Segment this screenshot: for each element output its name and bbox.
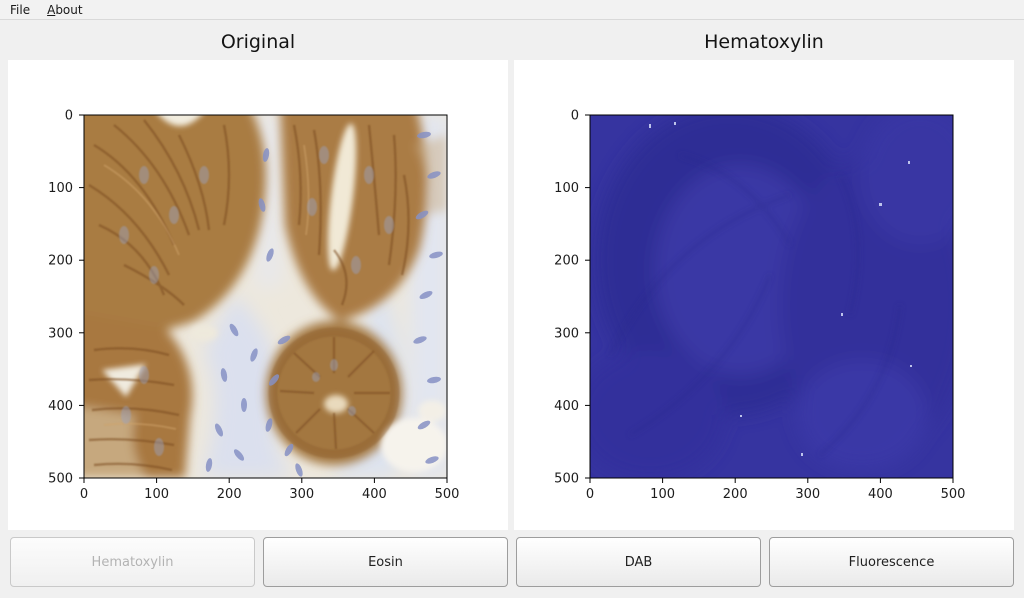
figure-canvas-original: 0 100 200 300 400 500 0 100 200 300 400 … <box>8 60 508 530</box>
svg-text:500: 500 <box>554 472 579 487</box>
svg-text:0: 0 <box>571 109 579 124</box>
menu-file[interactable]: File <box>10 3 30 17</box>
y-axis-tick-labels: 0 100 200 300 400 500 <box>554 109 579 487</box>
svg-text:100: 100 <box>650 487 675 502</box>
svg-text:400: 400 <box>362 487 387 502</box>
panel-title-hematoxylin: Hematoxylin <box>704 31 824 53</box>
menu-about[interactable]: About <box>47 3 83 17</box>
svg-text:200: 200 <box>217 487 242 502</box>
eosin-button[interactable]: Eosin <box>263 537 508 587</box>
menu-about-rest: bout <box>55 2 83 17</box>
hematoxylin-channel-image <box>590 115 953 478</box>
svg-text:100: 100 <box>554 181 579 196</box>
dab-button[interactable]: DAB <box>516 537 761 587</box>
svg-text:300: 300 <box>554 326 579 341</box>
svg-text:400: 400 <box>868 487 893 502</box>
menu-bar: File About <box>0 0 1024 20</box>
svg-text:0: 0 <box>586 487 594 502</box>
channel-button-row: Hematoxylin Eosin DAB Fluorescence <box>0 537 1024 587</box>
x-axis-tick-labels: 0 100 200 300 400 500 <box>80 487 460 502</box>
svg-text:400: 400 <box>48 399 73 414</box>
x-axis-ticks <box>83 478 448 483</box>
svg-text:500: 500 <box>941 487 966 502</box>
plot-hematoxylin: 0 100 200 300 400 500 0 100 200 300 400 … <box>554 109 966 503</box>
svg-text:400: 400 <box>554 399 579 414</box>
svg-text:200: 200 <box>554 254 579 269</box>
y-axis-ticks <box>79 114 84 479</box>
y-axis-ticks <box>585 114 590 479</box>
fluorescence-button[interactable]: Fluorescence <box>769 537 1014 587</box>
hematoxylin-button: Hematoxylin <box>10 537 255 587</box>
svg-text:500: 500 <box>48 472 73 487</box>
svg-text:300: 300 <box>289 487 314 502</box>
svg-text:300: 300 <box>48 326 73 341</box>
figure-canvas-hematoxylin: 0 100 200 300 400 500 0 100 200 300 400 … <box>514 60 1014 530</box>
x-axis-ticks <box>589 478 954 483</box>
panel-title-original: Original <box>220 31 296 53</box>
x-axis-tick-labels: 0 100 200 300 400 500 <box>586 487 966 502</box>
svg-text:200: 200 <box>723 487 748 502</box>
svg-text:0: 0 <box>65 109 73 124</box>
svg-text:200: 200 <box>48 254 73 269</box>
svg-text:100: 100 <box>48 181 73 196</box>
svg-text:300: 300 <box>795 487 820 502</box>
svg-text:100: 100 <box>144 487 169 502</box>
svg-text:500: 500 <box>435 487 460 502</box>
original-tissue-image <box>84 115 447 478</box>
y-axis-tick-labels: 0 100 200 300 400 500 <box>48 109 73 487</box>
svg-text:0: 0 <box>80 487 88 502</box>
plot-original: 0 100 200 300 400 500 0 100 200 300 400 … <box>48 109 460 503</box>
